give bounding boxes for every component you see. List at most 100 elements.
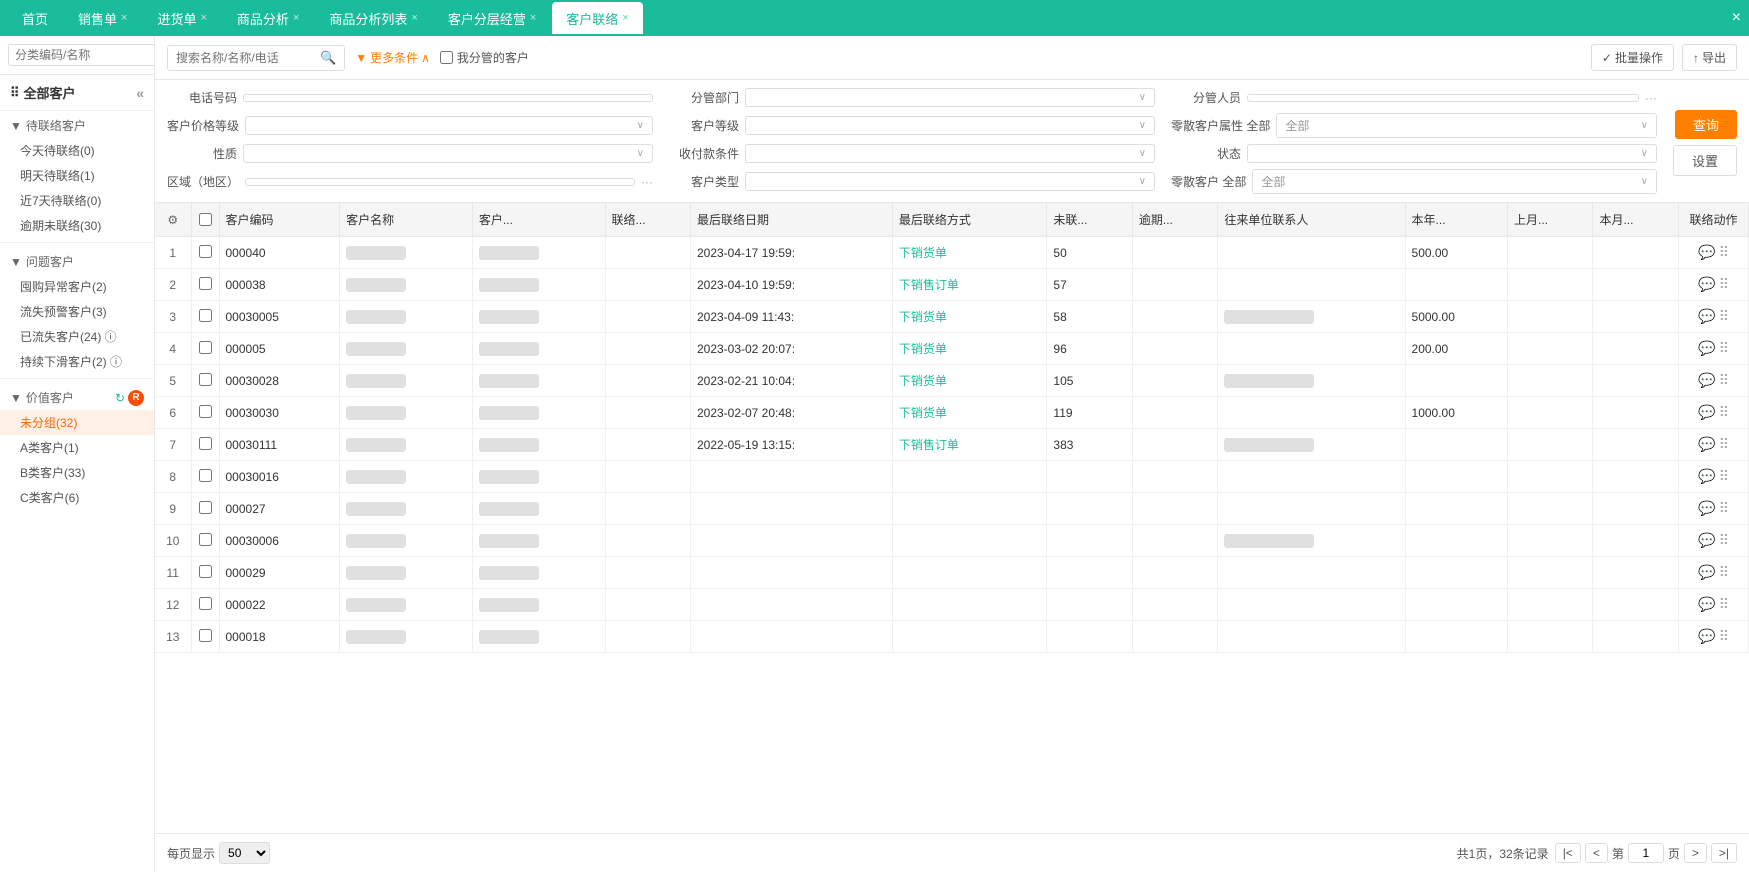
sidebar-item-tomorrow-pending[interactable]: 明天待联络(1) — [0, 163, 154, 188]
tab-customer-segment[interactable]: 客户分层经营 × — [434, 2, 550, 34]
filter-nature-select[interactable]: ∨ — [243, 144, 653, 163]
tab-sales-close[interactable]: × — [121, 12, 127, 24]
select-all-checkbox[interactable] — [199, 213, 212, 226]
chat-icon[interactable]: 💬 — [1698, 468, 1715, 484]
filter-customer-level-select[interactable]: ∨ — [745, 116, 1155, 135]
filter-manager-select[interactable] — [1247, 94, 1639, 102]
refresh-icon[interactable]: ↻ — [115, 391, 125, 405]
th-contact[interactable]: 联络... — [605, 203, 690, 237]
tab-analysis-list-close[interactable]: × — [411, 12, 417, 24]
apps-icon[interactable]: ⠿ — [1719, 500, 1729, 516]
apps-icon[interactable]: ⠿ — [1719, 244, 1729, 260]
sidebar-collapse-icon[interactable]: « — [136, 85, 144, 101]
chat-icon[interactable]: 💬 — [1698, 532, 1715, 548]
apps-icon[interactable]: ⠿ — [1719, 436, 1729, 452]
sidebar-item-week-pending[interactable]: 近7天待联络(0) — [0, 188, 154, 213]
th-gear[interactable]: ⚙ — [155, 203, 191, 237]
chat-icon[interactable]: 💬 — [1698, 596, 1715, 612]
apps-icon[interactable]: ⠿ — [1719, 468, 1729, 484]
row-checkbox[interactable] — [199, 277, 212, 290]
tab-home[interactable]: 首页 — [8, 2, 62, 34]
chat-icon[interactable]: 💬 — [1698, 564, 1715, 580]
th-no-contact[interactable]: 未联... — [1047, 203, 1132, 237]
chat-icon[interactable]: 💬 — [1698, 340, 1715, 356]
row-checkbox[interactable] — [199, 629, 212, 642]
apps-icon[interactable]: ⠿ — [1719, 532, 1729, 548]
batch-operation-button[interactable]: ✓ 批量操作 — [1591, 44, 1674, 71]
filter-region-select[interactable] — [245, 178, 635, 186]
apps-icon[interactable]: ⠿ — [1719, 628, 1729, 644]
last-contact-way-link[interactable]: 下销货单 — [899, 342, 947, 356]
sidebar-item-churn-warning[interactable]: 流失预警客户(3) — [0, 299, 154, 324]
sidebar-item-lost[interactable]: 已流失客户(24) ⓘ — [0, 324, 154, 349]
tab-analysis-list[interactable]: 商品分析列表 × — [315, 2, 431, 34]
query-button[interactable]: 查询 — [1675, 110, 1737, 139]
filter-more-conditions[interactable]: ▼ 更多条件 ∧ — [355, 49, 430, 66]
row-checkbox[interactable] — [199, 405, 212, 418]
tab-purchase-close[interactable]: × — [200, 12, 206, 24]
my-customers-checkbox-label[interactable]: 我分管的客户 — [440, 49, 529, 66]
row-checkbox[interactable] — [199, 245, 212, 258]
export-button[interactable]: ↑ 导出 — [1682, 44, 1737, 71]
chat-icon[interactable]: 💬 — [1698, 372, 1715, 388]
apps-icon[interactable]: ⠿ — [1719, 596, 1729, 612]
row-checkbox[interactable] — [199, 597, 212, 610]
filter-region-dots[interactable]: ··· — [641, 175, 653, 189]
chat-icon[interactable]: 💬 — [1698, 244, 1715, 260]
tab-customer-contact-close[interactable]: × — [622, 12, 628, 24]
th-last-month[interactable]: 上月... — [1508, 203, 1593, 237]
chat-icon[interactable]: 💬 — [1698, 500, 1715, 516]
last-contact-way-link[interactable]: 下销售订单 — [899, 278, 959, 292]
apps-icon[interactable]: ⠿ — [1719, 404, 1729, 420]
last-contact-way-link[interactable]: 下销货单 — [899, 246, 947, 260]
row-checkbox[interactable] — [199, 437, 212, 450]
sidebar-all-customers[interactable]: ⠿ 全部客户 « — [0, 75, 154, 111]
chat-icon[interactable]: 💬 — [1698, 404, 1715, 420]
last-contact-way-link[interactable]: 下销货单 — [899, 374, 947, 388]
sidebar-item-today-pending[interactable]: 今天待联络(0) — [0, 138, 154, 163]
filter-search-input[interactable] — [176, 51, 316, 65]
per-page-select[interactable]: 50 100 — [219, 842, 270, 864]
apps-icon[interactable]: ⠿ — [1719, 276, 1729, 292]
tab-customer-segment-close[interactable]: × — [530, 12, 536, 24]
prev-page-button[interactable]: < — [1585, 843, 1608, 863]
filter-search-icon[interactable]: 🔍 — [320, 50, 336, 66]
tab-sales[interactable]: 销售单 × — [64, 2, 141, 34]
apps-icon[interactable]: ⠿ — [1719, 372, 1729, 388]
chat-icon[interactable]: 💬 — [1698, 308, 1715, 324]
filter-retail-customer-select[interactable]: 全部 ∨ — [1252, 169, 1657, 194]
reset-button[interactable]: 设置 — [1673, 145, 1737, 176]
last-contact-way-link[interactable]: 下销售订单 — [899, 438, 959, 452]
sidebar-item-declining[interactable]: 持续下滑客户(2) ⓘ — [0, 349, 154, 374]
apps-icon[interactable]: ⠿ — [1719, 308, 1729, 324]
sidebar-section-problem[interactable]: ▼ 问题客户 — [0, 247, 154, 274]
apps-icon[interactable]: ⠿ — [1719, 564, 1729, 580]
row-checkbox[interactable] — [199, 469, 212, 482]
sidebar-item-c-class[interactable]: C类客户(6) — [0, 485, 154, 510]
th-last-contact-date[interactable]: 最后联络日期 — [690, 203, 892, 237]
filter-phone-input[interactable] — [243, 94, 653, 102]
th-last-contact-way[interactable]: 最后联络方式 — [892, 203, 1047, 237]
last-page-button[interactable]: >| — [1711, 843, 1737, 863]
th-this-month[interactable]: 本月... — [1593, 203, 1679, 237]
filter-dept-select[interactable]: ∨ — [745, 88, 1155, 107]
tab-analysis-close[interactable]: × — [293, 12, 299, 24]
page-input[interactable] — [1628, 843, 1664, 863]
sidebar-item-a-class[interactable]: A类客户(1) — [0, 435, 154, 460]
filter-status-select[interactable]: ∨ — [1247, 144, 1657, 163]
filter-price-level-select[interactable]: ∨ — [245, 116, 653, 135]
my-customers-checkbox[interactable] — [440, 51, 453, 64]
tab-customer-contact[interactable]: 客户联络 × — [552, 2, 642, 34]
th-this-year[interactable]: 本年... — [1405, 203, 1507, 237]
th-code[interactable]: 客户编码 — [219, 203, 340, 237]
chat-icon[interactable]: 💬 — [1698, 276, 1715, 292]
filter-customer-type-select[interactable]: ∨ — [745, 172, 1155, 191]
th-name[interactable]: 客户名称 — [340, 203, 473, 237]
sidebar-section-pending[interactable]: ▼ 待联络客户 — [0, 111, 154, 138]
th-partner-contact[interactable]: 往来单位联系人 — [1218, 203, 1405, 237]
sidebar-item-overdue-pending[interactable]: 逾期未联络(30) — [0, 213, 154, 238]
row-checkbox[interactable] — [199, 501, 212, 514]
next-page-button[interactable]: > — [1684, 843, 1707, 863]
sidebar-section-value[interactable]: ▼ 价值客户 ↻ R — [0, 383, 154, 410]
row-checkbox[interactable] — [199, 309, 212, 322]
